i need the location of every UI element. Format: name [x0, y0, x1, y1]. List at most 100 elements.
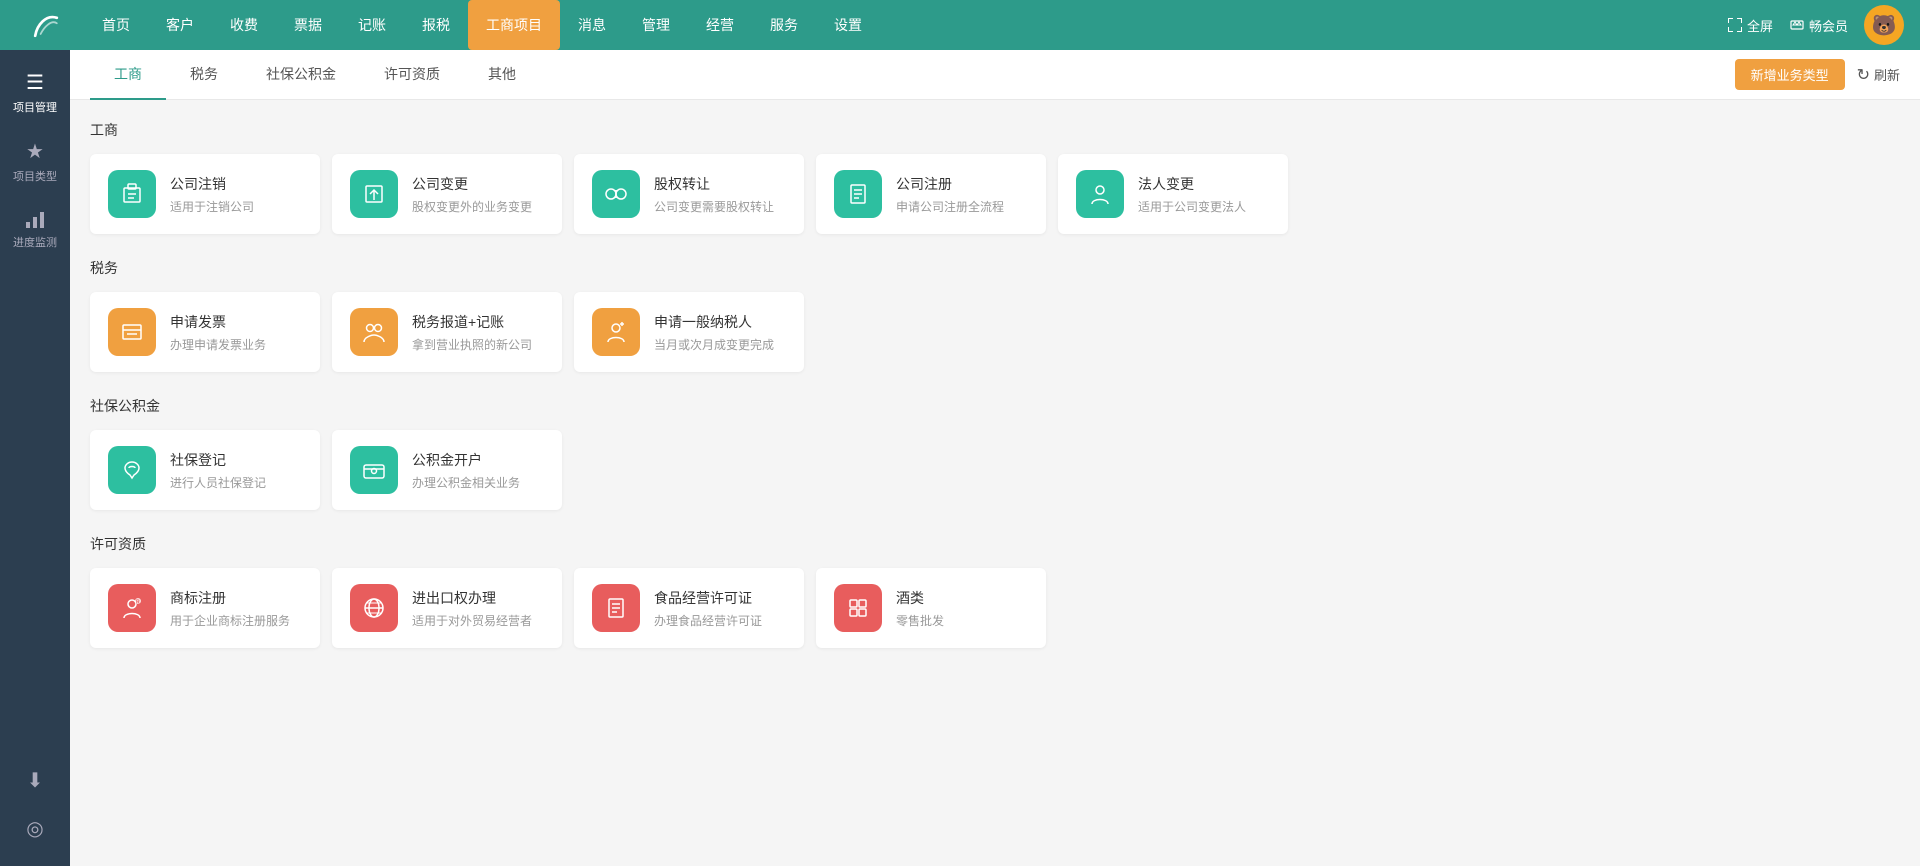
card-company-cancel[interactable]: 公司注销 适用于注销公司 — [90, 154, 320, 234]
fullscreen-button[interactable]: 全屏 — [1727, 16, 1773, 35]
nav-message[interactable]: 消息 — [560, 0, 624, 50]
nav-service[interactable]: 服务 — [752, 0, 816, 50]
sidebar-item-label-progress: 进度监测 — [13, 234, 57, 250]
liquor-icon — [844, 594, 872, 622]
card-title-tax-report: 税务报道+记账 — [412, 312, 532, 332]
cards-grid-tax: 申请发票 办理申请发票业务 税务报道+记账 — [90, 292, 1900, 372]
card-desc-apply-taxpayer: 当月或次月成变更完成 — [654, 336, 774, 353]
equity-transfer-icon — [602, 180, 630, 208]
sidebar-item-project-manage[interactable]: ☰ 项目管理 — [0, 60, 70, 125]
card-tax-report[interactable]: 税务报道+记账 拿到营业执照的新公司 — [332, 292, 562, 372]
vip-label: 畅会员 — [1809, 16, 1848, 35]
card-desc-food-license: 办理食品经营许可证 — [654, 612, 762, 629]
tax-report-icon — [360, 318, 388, 346]
card-desc-company-cancel: 适用于注销公司 — [170, 198, 254, 215]
card-social-register[interactable]: 社保登记 进行人员社保登记 — [90, 430, 320, 510]
section-title-social: 社保公积金 — [90, 396, 1900, 416]
add-type-button[interactable]: 新增业务类型 — [1735, 59, 1845, 90]
nav-industry[interactable]: 工商项目 — [468, 0, 560, 50]
nav-manage[interactable]: 管理 — [624, 0, 688, 50]
card-title-food-license: 食品经营许可证 — [654, 588, 762, 608]
food-license-icon — [602, 594, 630, 622]
card-desc-company-change: 股权变更外的业务变更 — [412, 198, 532, 215]
card-equity-transfer[interactable]: 股权转让 公司变更需要股权转让 — [574, 154, 804, 234]
tab-license[interactable]: 许可资质 — [360, 50, 464, 100]
card-apply-invoice[interactable]: 申请发票 办理申请发票业务 — [90, 292, 320, 372]
section-title-license: 许可资质 — [90, 534, 1900, 554]
cards-grid-social: 社保登记 进行人员社保登记 公积金开户 办理 — [90, 430, 1900, 510]
card-legal-change[interactable]: 法人变更 适用于公司变更法人 — [1058, 154, 1288, 234]
card-desc-trademark: 用于企业商标注册服务 — [170, 612, 290, 629]
sidebar-item-progress[interactable]: 进度监测 — [0, 198, 70, 260]
nav-tax[interactable]: 报税 — [404, 0, 468, 50]
card-trademark[interactable]: R 商标注册 用于企业商标注册服务 — [90, 568, 320, 648]
card-desc-tax-report: 拿到营业执照的新公司 — [412, 336, 532, 353]
sidebar-item-label-project-manage: 项目管理 — [13, 99, 57, 115]
card-title-fund-open: 公积金开户 — [412, 450, 520, 470]
tab-industry[interactable]: 工商 — [90, 50, 166, 100]
card-fund-open[interactable]: 公积金开户 办理公积金相关业务 — [332, 430, 562, 510]
card-text-company-register: 公司注册 申请公司注册全流程 — [896, 174, 1004, 215]
card-text-food-license: 食品经营许可证 办理食品经营许可证 — [654, 588, 762, 629]
card-import-export[interactable]: 进出口权办理 适用于对外贸易经营者 — [332, 568, 562, 648]
card-desc-company-register: 申请公司注册全流程 — [896, 198, 1004, 215]
apply-taxpayer-icon — [602, 318, 630, 346]
main-content: 工商 税务 社保公积金 许可资质 其他 新增业务类型 ↻ 刷新 工商 — [70, 50, 1920, 866]
vip-button[interactable]: 畅会员 — [1789, 16, 1848, 35]
nav-items: 首页 客户 收费 票据 记账 报税 工商项目 消息 管理 经营 服务 设置 — [84, 0, 1727, 50]
nav-customer[interactable]: 客户 — [148, 0, 212, 50]
location-icon[interactable]: ◎ — [0, 806, 70, 850]
project-type-icon: ★ — [26, 139, 44, 164]
nav-settings[interactable]: 设置 — [816, 0, 880, 50]
project-manage-icon: ☰ — [26, 70, 44, 95]
card-icon-food-license — [592, 584, 640, 632]
apply-invoice-icon — [118, 318, 146, 346]
tab-tax[interactable]: 税务 — [166, 50, 242, 100]
nav-account[interactable]: 记账 — [340, 0, 404, 50]
refresh-button[interactable]: ↻ 刷新 — [1857, 65, 1900, 85]
card-icon-trademark: R — [108, 584, 156, 632]
card-text-tax-report: 税务报道+记账 拿到营业执照的新公司 — [412, 312, 532, 353]
content-area[interactable]: 工商 公司注销 适用于注销公司 — [70, 100, 1920, 866]
legal-change-icon — [1086, 180, 1114, 208]
company-register-icon — [844, 180, 872, 208]
tab-social-fund[interactable]: 社保公积金 — [242, 50, 360, 100]
download-icon[interactable]: ⬇ — [0, 758, 70, 802]
nav-fee[interactable]: 收费 — [212, 0, 276, 50]
card-icon-apply-invoice — [108, 308, 156, 356]
card-apply-taxpayer[interactable]: 申请一般纳税人 当月或次月成变更完成 — [574, 292, 804, 372]
sub-tabs-bar: 工商 税务 社保公积金 许可资质 其他 新增业务类型 ↻ 刷新 — [70, 50, 1920, 100]
company-cancel-icon — [118, 180, 146, 208]
card-text-apply-taxpayer: 申请一般纳税人 当月或次月成变更完成 — [654, 312, 774, 353]
sidebar-item-project-type[interactable]: ★ 项目类型 — [0, 129, 70, 194]
card-icon-company-register — [834, 170, 882, 218]
card-liquor[interactable]: 酒类 零售批发 — [816, 568, 1046, 648]
tab-other[interactable]: 其他 — [464, 50, 540, 100]
sidebar-bottom: ⬇ ◎ — [0, 758, 70, 866]
card-icon-liquor — [834, 584, 882, 632]
logo-icon — [28, 7, 64, 43]
card-desc-liquor: 零售批发 — [896, 612, 944, 629]
logo — [16, 7, 76, 43]
card-text-legal-change: 法人变更 适用于公司变更法人 — [1138, 174, 1246, 215]
card-text-company-change: 公司变更 股权变更外的业务变更 — [412, 174, 532, 215]
card-icon-fund-open — [350, 446, 398, 494]
card-desc-apply-invoice: 办理申请发票业务 — [170, 336, 266, 353]
card-title-equity-transfer: 股权转让 — [654, 174, 774, 194]
nav-bill[interactable]: 票据 — [276, 0, 340, 50]
card-desc-legal-change: 适用于公司变更法人 — [1138, 198, 1246, 215]
card-company-register[interactable]: 公司注册 申请公司注册全流程 — [816, 154, 1046, 234]
card-icon-legal-change — [1076, 170, 1124, 218]
card-text-social-register: 社保登记 进行人员社保登记 — [170, 450, 266, 491]
top-right-actions: 全屏 畅会员 🐻 — [1727, 5, 1904, 45]
card-title-legal-change: 法人变更 — [1138, 174, 1246, 194]
nav-operation[interactable]: 经营 — [688, 0, 752, 50]
nav-home[interactable]: 首页 — [84, 0, 148, 50]
card-food-license[interactable]: 食品经营许可证 办理食品经营许可证 — [574, 568, 804, 648]
trademark-icon: R — [118, 594, 146, 622]
card-desc-equity-transfer: 公司变更需要股权转让 — [654, 198, 774, 215]
card-text-import-export: 进出口权办理 适用于对外贸易经营者 — [412, 588, 532, 629]
card-company-change[interactable]: 公司变更 股权变更外的业务变更 — [332, 154, 562, 234]
section-title-tax: 税务 — [90, 258, 1900, 278]
tab-actions: 新增业务类型 ↻ 刷新 — [1735, 59, 1900, 90]
